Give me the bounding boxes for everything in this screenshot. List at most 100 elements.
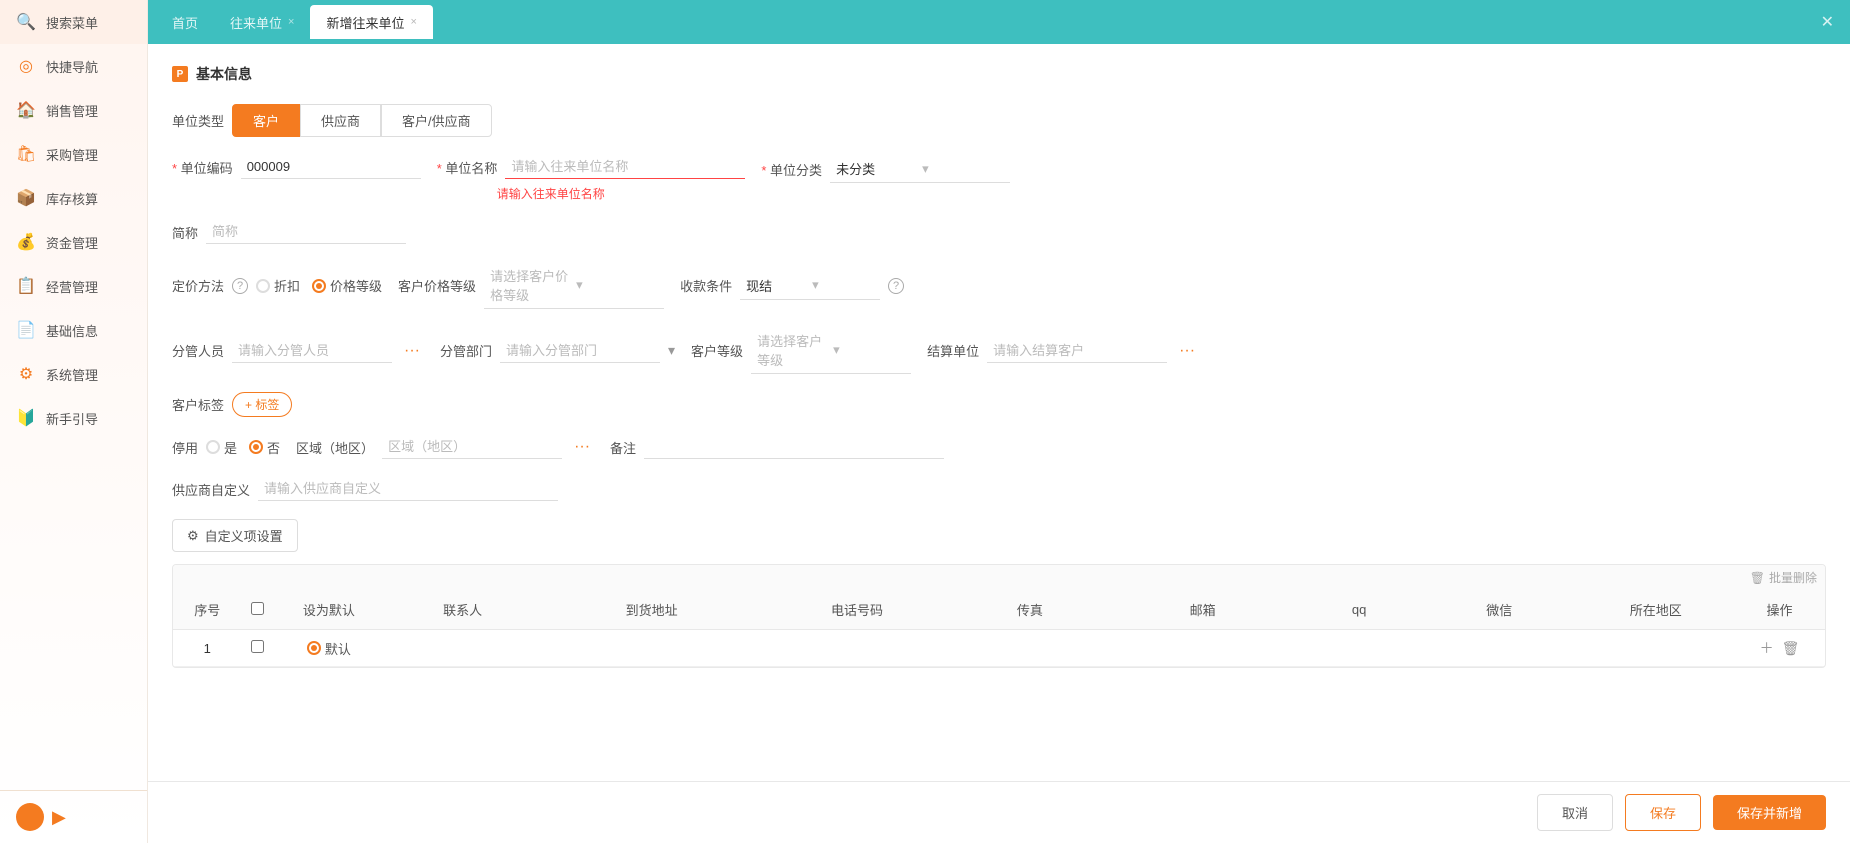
row-qq[interactable] xyxy=(1297,630,1421,667)
pricing-discount[interactable]: 折扣 xyxy=(256,276,300,295)
settlement-input[interactable] xyxy=(987,339,1167,363)
settlement-field: 结算单位 ··· xyxy=(927,339,1199,363)
sidebar-item-newbie[interactable]: 🔰 新手引导 xyxy=(0,396,147,440)
sidebar-item-label: 资金管理 xyxy=(46,233,98,252)
select-all-checkbox[interactable] xyxy=(251,602,264,615)
default-radio-dot[interactable] xyxy=(307,641,321,655)
department-chevron[interactable]: ▾ xyxy=(668,342,675,359)
row-phone[interactable] xyxy=(763,630,952,667)
sidebar-item-basic-info[interactable]: 📄 基础信息 xyxy=(0,308,147,352)
settings-icon: ⚙ xyxy=(187,528,199,544)
tab-partners-label: 往来单位 xyxy=(230,13,282,32)
contact-input[interactable] xyxy=(423,641,503,656)
pricing-method-field: 定价方法 ? 折扣 价格等级 xyxy=(172,276,382,295)
sidebar-item-finance[interactable]: 💰 资金管理 xyxy=(0,220,147,264)
trash-icon: 🗑 xyxy=(1750,571,1765,585)
unit-category-label: 单位分类 xyxy=(761,160,822,179)
save-new-button[interactable]: 保存并新增 xyxy=(1713,795,1826,830)
section-title: 基本信息 xyxy=(196,64,252,84)
custom-settings-button[interactable]: ⚙ 自定义项设置 xyxy=(172,519,298,552)
region-input[interactable] xyxy=(1616,641,1696,656)
payment-terms-label: 收款条件 xyxy=(680,276,732,295)
row-region[interactable] xyxy=(1578,630,1734,667)
qq-input[interactable] xyxy=(1329,641,1389,656)
sidebar-item-inventory[interactable]: 📦 库存核算 xyxy=(0,176,147,220)
payment-terms-select[interactable]: 现结 ▾ xyxy=(740,272,880,300)
sidebar-item-quick-nav[interactable]: ◎ 快捷导航 xyxy=(0,44,147,88)
col-action: 操作 xyxy=(1734,590,1825,630)
type-btn-customer[interactable]: 客户 xyxy=(232,104,300,137)
manager-input[interactable] xyxy=(232,339,392,363)
batch-delete-button[interactable]: 🗑 批量删除 xyxy=(1750,569,1817,586)
fax-input[interactable] xyxy=(990,641,1070,656)
type-btn-supplier[interactable]: 供应商 xyxy=(300,104,381,137)
phone-input[interactable] xyxy=(807,641,907,656)
manager-more-btn[interactable]: ··· xyxy=(400,342,424,360)
tab-partners[interactable]: 往来单位 × xyxy=(214,5,310,39)
unit-name-wrap xyxy=(505,155,745,179)
pricing-method-label: 定价方法 xyxy=(172,276,224,295)
settlement-more-btn[interactable]: ··· xyxy=(1175,342,1199,360)
cancel-button[interactable]: 取消 xyxy=(1537,794,1613,831)
supplier-custom-input[interactable] xyxy=(258,477,558,501)
contacts-table: 序号 设为默认 联系人 到货地址 电话号码 传真 邮箱 qq 微信 所在地区 xyxy=(173,590,1825,667)
close-all-tabs[interactable]: ✕ xyxy=(1813,8,1842,36)
section-header: P 基本信息 xyxy=(172,64,1826,84)
customer-price-level-select[interactable]: 请选择客户价格等级 ▾ xyxy=(484,262,664,309)
unit-name-input[interactable] xyxy=(505,155,745,179)
add-tag-button[interactable]: + 标签 xyxy=(232,392,292,417)
disabled-yes-radio[interactable] xyxy=(206,440,220,454)
unit-code-input[interactable] xyxy=(241,155,421,179)
tab-new-partner[interactable]: 新增往来单位 × xyxy=(310,5,432,39)
wechat-input[interactable] xyxy=(1459,641,1539,656)
sidebar-item-operations[interactable]: 📋 经营管理 xyxy=(0,264,147,308)
money-icon: 💰 xyxy=(16,232,36,252)
disabled-yes-label: 是 xyxy=(224,438,237,457)
supplier-custom-field: 供应商自定义 xyxy=(172,477,558,501)
pricing-price-level[interactable]: 价格等级 xyxy=(312,276,382,295)
area-input[interactable] xyxy=(382,435,562,459)
department-field: 分管部门 ▾ xyxy=(440,339,675,363)
row-wechat[interactable] xyxy=(1421,630,1577,667)
short-name-label: 简称 xyxy=(172,223,198,242)
price-level-radio[interactable] xyxy=(312,279,326,293)
tab-bar: 首页 往来单位 × 新增往来单位 × ✕ xyxy=(148,0,1850,44)
row-email[interactable] xyxy=(1108,630,1297,667)
close-new-partner-tab[interactable]: × xyxy=(410,16,416,28)
table-header-row: 序号 设为默认 联系人 到货地址 电话号码 传真 邮箱 qq 微信 所在地区 xyxy=(173,590,1825,630)
sidebar-item-search[interactable]: 🔍 搜索菜单 xyxy=(0,0,147,44)
email-input[interactable] xyxy=(1153,641,1253,656)
discount-radio[interactable] xyxy=(256,279,270,293)
row-contact[interactable] xyxy=(384,630,540,667)
short-name-input[interactable] xyxy=(206,220,406,244)
payment-terms-help-icon[interactable]: ? xyxy=(888,278,904,294)
unit-category-select[interactable]: 未分类 ▾ xyxy=(830,155,1010,183)
sidebar-item-label: 库存核算 xyxy=(46,189,98,208)
add-row-button[interactable]: ＋ xyxy=(1760,638,1774,658)
close-partners-tab[interactable]: × xyxy=(288,16,294,28)
delete-row-button[interactable]: 🗑 xyxy=(1782,638,1800,658)
department-input[interactable] xyxy=(500,339,660,363)
disabled-no[interactable]: 否 xyxy=(249,438,280,457)
customer-level-select[interactable]: 请选择客户等级 ▾ xyxy=(751,327,911,374)
area-more-btn[interactable]: ··· xyxy=(570,438,594,456)
row-fax[interactable] xyxy=(952,630,1108,667)
sidebar-item-system[interactable]: ⚙ 系统管理 xyxy=(0,352,147,396)
sidebar-bottom: ▶ xyxy=(0,790,147,843)
row-checkbox[interactable] xyxy=(251,640,264,653)
sidebar-item-purchase[interactable]: 🛍 采购管理 xyxy=(0,132,147,176)
pricing-help-icon[interactable]: ? xyxy=(232,278,248,294)
sidebar-item-sales[interactable]: 🏠 销售管理 xyxy=(0,88,147,132)
remarks-label: 备注 xyxy=(610,438,636,457)
save-button[interactable]: 保存 xyxy=(1625,794,1701,831)
address-input[interactable] xyxy=(592,641,712,656)
remarks-input[interactable] xyxy=(644,435,944,459)
disabled-yes[interactable]: 是 xyxy=(206,438,237,457)
row-address[interactable] xyxy=(541,630,763,667)
row-default-radio[interactable]: 默认 xyxy=(281,639,376,658)
type-btn-both[interactable]: 客户/供应商 xyxy=(381,104,492,137)
content-area: P 基本信息 单位类型 客户 供应商 客户/供应商 单位编码 xyxy=(148,44,1850,781)
tab-home[interactable]: 首页 xyxy=(156,5,214,39)
sidebar-item-label: 搜索菜单 xyxy=(46,13,98,32)
disabled-no-radio[interactable] xyxy=(249,440,263,454)
